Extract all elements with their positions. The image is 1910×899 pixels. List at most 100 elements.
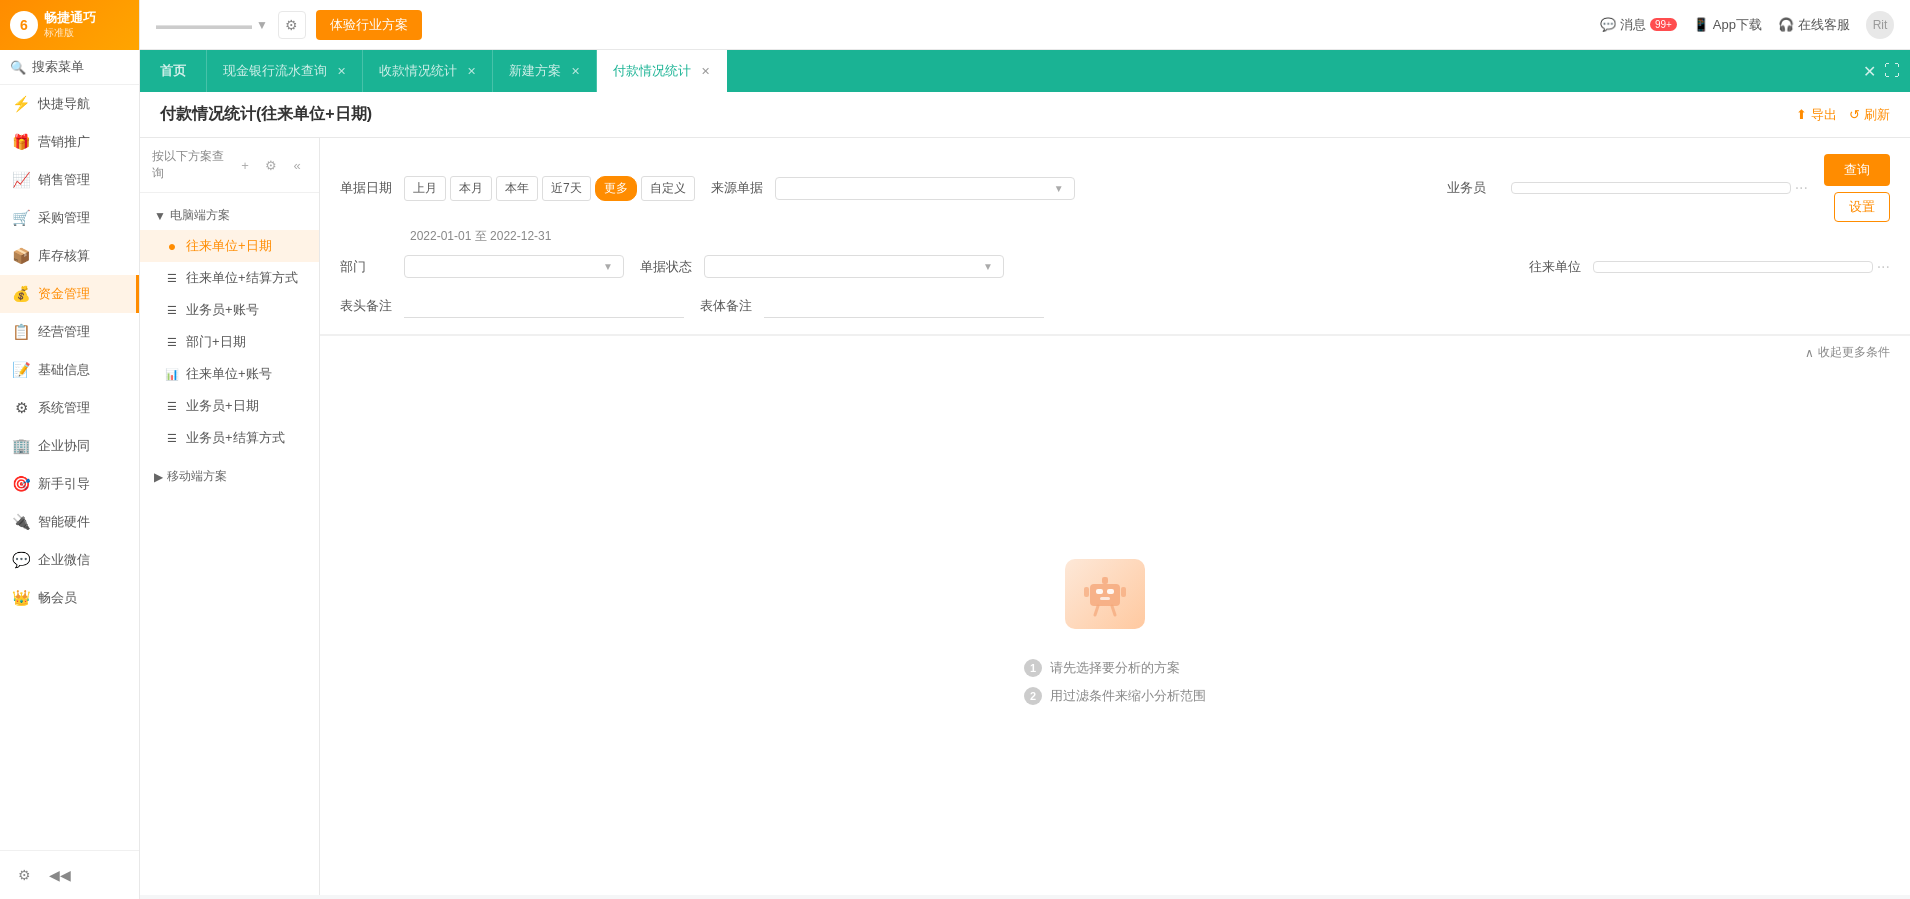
message-icon: 💬 bbox=[1600, 17, 1616, 32]
tab-new-scheme[interactable]: 新建方案 ✕ bbox=[493, 50, 597, 92]
tabbar: 首页 现金银行流水查询 ✕ 收款情况统计 ✕ 新建方案 ✕ 付款情况统计 ✕ ✕… bbox=[140, 50, 1910, 92]
sidebar-item-guide[interactable]: 🎯 新手引导 bbox=[0, 465, 139, 503]
tab-receipt-stats[interactable]: 收款情况统计 ✕ bbox=[363, 50, 493, 92]
maximize-button[interactable]: ⛶ bbox=[1884, 62, 1900, 80]
source-doc-select[interactable]: ▼ bbox=[775, 177, 1075, 200]
message-label: 消息 bbox=[1620, 16, 1646, 34]
doc-status-select[interactable]: ▼ bbox=[704, 255, 1004, 278]
scheme-item-label: 业务员+账号 bbox=[186, 301, 259, 319]
body-note-field: 表体备注 bbox=[700, 294, 1890, 318]
tip-num-1: 1 bbox=[1024, 659, 1042, 677]
sidebar-item-purchase[interactable]: 🛒 采购管理 bbox=[0, 199, 139, 237]
search-menu[interactable]: 🔍 搜索菜单 bbox=[0, 50, 139, 85]
purchase-icon: 🛒 bbox=[12, 209, 30, 227]
trial-button[interactable]: 体验行业方案 bbox=[316, 10, 422, 40]
salesman-field: 业务员 ··· bbox=[1447, 179, 1808, 197]
tab-payment-stats-label: 付款情况统计 bbox=[613, 62, 691, 80]
tab-bank-flow-close-icon[interactable]: ✕ bbox=[337, 65, 346, 78]
scheme-panel: 按以下方案查询 + ⚙ « ▼ bbox=[140, 138, 320, 895]
tab-payment-stats-close-icon[interactable]: ✕ bbox=[701, 65, 710, 78]
tab-bank-flow[interactable]: 现金银行流水查询 ✕ bbox=[207, 50, 363, 92]
enterprise-icon: 🏢 bbox=[12, 437, 30, 455]
scheme-item-unit-date[interactable]: ● 往来单位+日期 bbox=[140, 230, 319, 262]
scheme-item-dept-date[interactable]: ☰ 部门+日期 bbox=[140, 326, 319, 358]
sidebar-item-quick-nav[interactable]: ⚡ 快捷导航 bbox=[0, 85, 139, 123]
close-all-tabs-button[interactable]: ✕ bbox=[1863, 62, 1876, 81]
sidebar-item-label: 库存核算 bbox=[38, 247, 90, 265]
sidebar-collapse-button[interactable]: ◀◀ bbox=[46, 861, 74, 889]
dept-select[interactable]: ▼ bbox=[404, 255, 624, 278]
salesman-select[interactable] bbox=[1511, 182, 1791, 194]
sidebar-item-marketing[interactable]: 🎁 营销推广 bbox=[0, 123, 139, 161]
add-scheme-button[interactable]: + bbox=[235, 155, 255, 175]
sidebar-item-vip[interactable]: 👑 畅会员 bbox=[0, 579, 139, 617]
related-unit-select[interactable] bbox=[1593, 261, 1873, 273]
header-note-input[interactable] bbox=[404, 294, 684, 318]
empty-tip-2: 2 用过滤条件来缩小分析范围 bbox=[1024, 687, 1206, 705]
sidebar-item-wechat[interactable]: 💬 企业微信 bbox=[0, 541, 139, 579]
sidebar-item-capital[interactable]: 💰 资金管理 bbox=[0, 275, 139, 313]
topbar-settings-button[interactable]: ⚙ bbox=[278, 11, 306, 39]
body-note-input[interactable] bbox=[764, 294, 1044, 318]
scheme-collapse-button[interactable]: « bbox=[287, 155, 307, 175]
doc-status-field: 单据状态 ▼ bbox=[640, 255, 1513, 278]
scheme-item-salesman-account[interactable]: ☰ 业务员+账号 bbox=[140, 294, 319, 326]
scheme-settings-button[interactable]: ⚙ bbox=[261, 155, 281, 175]
scheme-item-salesman-date[interactable]: ☰ 业务员+日期 bbox=[140, 390, 319, 422]
tab-payment-stats[interactable]: 付款情况统计 ✕ bbox=[597, 50, 727, 92]
related-unit-more-button[interactable]: ··· bbox=[1877, 258, 1890, 276]
sidebar-nav: ⚡ 快捷导航 🎁 营销推广 📈 销售管理 🛒 采购管理 📦 库存核算 💰 资金管… bbox=[0, 85, 139, 850]
sidebar-item-hardware[interactable]: 🔌 智能硬件 bbox=[0, 503, 139, 541]
date-btn-more[interactable]: 更多 bbox=[595, 176, 637, 201]
operation-icon: 📋 bbox=[12, 323, 30, 341]
query-button[interactable]: 查询 bbox=[1824, 154, 1890, 186]
page-actions: ⬆ 导出 ↺ 刷新 bbox=[1796, 106, 1890, 124]
date-btn-last-month[interactable]: 上月 bbox=[404, 176, 446, 201]
avatar[interactable]: Rit bbox=[1866, 11, 1894, 39]
sidebar-item-system[interactable]: ⚙ 系统管理 bbox=[0, 389, 139, 427]
refresh-button[interactable]: ↺ 刷新 bbox=[1849, 106, 1890, 124]
scheme-item-label: 部门+日期 bbox=[186, 333, 246, 351]
filter-area: 单据日期 上月 本月 本年 近7天 更多 自定义 来源单据 bbox=[320, 138, 1910, 895]
date-btn-this-month[interactable]: 本月 bbox=[450, 176, 492, 201]
date-label: 单据日期 bbox=[340, 179, 396, 197]
salesman-more-button[interactable]: ··· bbox=[1795, 179, 1808, 197]
tab-new-scheme-close-icon[interactable]: ✕ bbox=[571, 65, 580, 78]
settings-button[interactable]: 设置 bbox=[1834, 192, 1890, 222]
scheme-item-unit-account[interactable]: 📊 往来单位+账号 bbox=[140, 358, 319, 390]
collapse-conditions-button[interactable]: ∧ 收起更多条件 bbox=[320, 335, 1910, 369]
sidebar-settings-button[interactable]: ⚙ bbox=[10, 861, 38, 889]
logo-text: 畅捷通巧 bbox=[44, 10, 96, 26]
scheme-item-label: 往来单位+账号 bbox=[186, 365, 272, 383]
tab-home[interactable]: 首页 bbox=[140, 50, 207, 92]
scheme-item-unit-settle[interactable]: ☰ 往来单位+结算方式 bbox=[140, 262, 319, 294]
sidebar-item-inventory[interactable]: 📦 库存核算 bbox=[0, 237, 139, 275]
scheme-item-salesman-settle[interactable]: ☰ 业务员+结算方式 bbox=[140, 422, 319, 454]
refresh-icon: ↺ bbox=[1849, 107, 1860, 122]
sidebar-item-enterprise[interactable]: 🏢 企业协同 bbox=[0, 427, 139, 465]
sidebar-item-label: 系统管理 bbox=[38, 399, 90, 417]
logo-icon: 6 bbox=[10, 11, 38, 39]
tip-text-1: 请先选择要分析的方案 bbox=[1050, 659, 1180, 677]
tab-receipt-stats-close-icon[interactable]: ✕ bbox=[467, 65, 476, 78]
scheme-table-icon: ☰ bbox=[164, 270, 180, 286]
header-note-label: 表头备注 bbox=[340, 297, 396, 315]
sidebar-item-operation[interactable]: 📋 经营管理 bbox=[0, 313, 139, 351]
mobile-scheme-group[interactable]: ▶ 移动端方案 bbox=[140, 462, 319, 491]
content-body: 按以下方案查询 + ⚙ « ▼ bbox=[140, 138, 1910, 895]
empty-illustration bbox=[1065, 559, 1165, 639]
date-range-text: 2022-01-01 至 2022-12-31 bbox=[410, 229, 551, 243]
breadcrumb: ▬▬▬▬▬▬▬▬ ▼ bbox=[156, 18, 268, 32]
app-download-item[interactable]: 📱 App下载 bbox=[1693, 16, 1762, 34]
message-item[interactable]: 💬 消息 99+ bbox=[1600, 16, 1677, 34]
search-label: 搜索菜单 bbox=[32, 58, 84, 76]
online-support-item[interactable]: 🎧 在线客服 bbox=[1778, 16, 1850, 34]
sidebar-item-basic-info[interactable]: 📝 基础信息 bbox=[0, 351, 139, 389]
scheme-panel-header: 按以下方案查询 + ⚙ « bbox=[140, 138, 319, 193]
date-btn-7days[interactable]: 近7天 bbox=[542, 176, 591, 201]
date-btn-this-year[interactable]: 本年 bbox=[496, 176, 538, 201]
export-button[interactable]: ⬆ 导出 bbox=[1796, 106, 1837, 124]
gear-icon: ⚙ bbox=[285, 17, 298, 33]
sidebar-item-sales[interactable]: 📈 销售管理 bbox=[0, 161, 139, 199]
date-btn-custom[interactable]: 自定义 bbox=[641, 176, 695, 201]
